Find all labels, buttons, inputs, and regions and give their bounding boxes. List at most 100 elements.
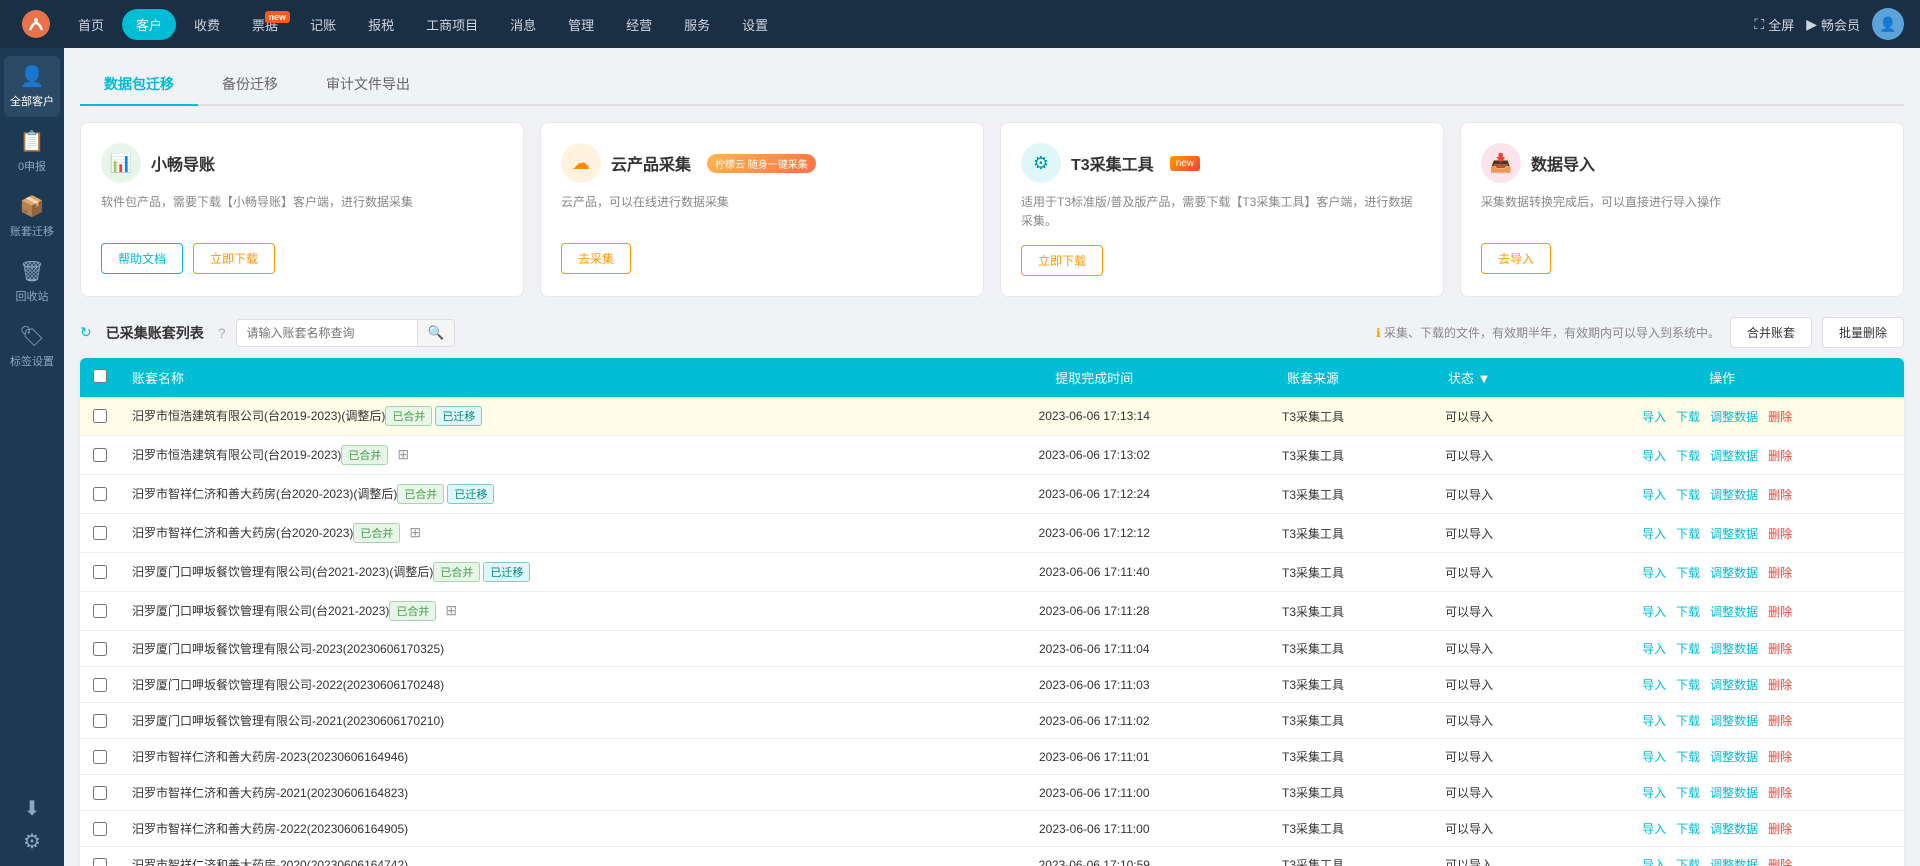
nav-bill[interactable]: 票据 new (238, 9, 292, 40)
row-action-下载[interactable]: 下载 (1676, 527, 1700, 541)
cloud-sync-icon[interactable]: ⊞ (397, 446, 409, 462)
user-avatar[interactable]: 👤 (1872, 8, 1904, 40)
row-action-导入[interactable]: 导入 (1642, 410, 1666, 424)
nav-business[interactable]: 工商项目 (412, 9, 492, 40)
row-action-导入[interactable]: 导入 (1642, 527, 1666, 541)
row-action-调整数据[interactable]: 调整数据 (1710, 678, 1758, 692)
nav-message[interactable]: 消息 (496, 9, 550, 40)
row-action-删除[interactable]: 删除 (1768, 822, 1792, 836)
refresh-icon[interactable]: ↻ (80, 324, 92, 341)
row-checkbox[interactable] (93, 642, 107, 656)
batch-delete-btn[interactable]: 批量删除 (1822, 317, 1904, 348)
row-checkbox[interactable] (93, 565, 107, 579)
row-checkbox[interactable] (93, 858, 107, 866)
row-action-删除[interactable]: 删除 (1768, 786, 1792, 800)
row-action-删除[interactable]: 删除 (1768, 678, 1792, 692)
row-action-下载[interactable]: 下载 (1676, 858, 1700, 866)
nav-fee[interactable]: 收费 (180, 9, 234, 40)
import-go-btn[interactable]: 去导入 (1481, 243, 1551, 274)
search-input[interactable] (237, 321, 417, 345)
nav-operation[interactable]: 经营 (612, 9, 666, 40)
row-checkbox[interactable] (93, 786, 107, 800)
nav-tax[interactable]: 报税 (354, 9, 408, 40)
row-checkbox[interactable] (93, 750, 107, 764)
row-checkbox[interactable] (93, 409, 107, 423)
nav-client[interactable]: 客户 (122, 9, 176, 40)
row-action-下载[interactable]: 下载 (1676, 566, 1700, 580)
row-action-导入[interactable]: 导入 (1642, 449, 1666, 463)
sidebar-settings-btn[interactable]: ⚙ (23, 829, 41, 854)
row-action-调整数据[interactable]: 调整数据 (1710, 858, 1758, 866)
row-checkbox[interactable] (93, 448, 107, 462)
row-action-删除[interactable]: 删除 (1768, 858, 1792, 866)
cloud-sync-icon[interactable]: ⊞ (409, 524, 421, 540)
row-action-删除[interactable]: 删除 (1768, 488, 1792, 502)
row-action-调整数据[interactable]: 调整数据 (1710, 527, 1758, 541)
row-action-下载[interactable]: 下载 (1676, 642, 1700, 656)
xiaochang-download-btn[interactable]: 立即下载 (193, 243, 275, 274)
row-checkbox[interactable] (93, 822, 107, 836)
t3-download-btn[interactable]: 立即下载 (1021, 245, 1103, 276)
row-action-删除[interactable]: 删除 (1768, 714, 1792, 728)
nav-manage[interactable]: 管理 (554, 9, 608, 40)
row-action-导入[interactable]: 导入 (1642, 858, 1666, 866)
row-action-调整数据[interactable]: 调整数据 (1710, 605, 1758, 619)
row-action-下载[interactable]: 下载 (1676, 750, 1700, 764)
row-checkbox[interactable] (93, 604, 107, 618)
row-action-导入[interactable]: 导入 (1642, 750, 1666, 764)
row-action-导入[interactable]: 导入 (1642, 605, 1666, 619)
row-action-调整数据[interactable]: 调整数据 (1710, 822, 1758, 836)
sidebar-download-btn[interactable]: ⬇ (24, 796, 41, 821)
tab-audit-export[interactable]: 审计文件导出 (302, 64, 434, 106)
nav-settings[interactable]: 设置 (728, 9, 782, 40)
row-action-删除[interactable]: 删除 (1768, 527, 1792, 541)
row-action-导入[interactable]: 导入 (1642, 678, 1666, 692)
row-action-删除[interactable]: 删除 (1768, 566, 1792, 580)
row-action-下载[interactable]: 下载 (1676, 449, 1700, 463)
select-all-checkbox[interactable] (93, 369, 107, 383)
row-checkbox[interactable] (93, 678, 107, 692)
row-action-调整数据[interactable]: 调整数据 (1710, 750, 1758, 764)
merge-account-btn[interactable]: 合并账套 (1730, 317, 1812, 348)
row-action-调整数据[interactable]: 调整数据 (1710, 714, 1758, 728)
cloud-tag[interactable]: 柠檬云 随身一键采集 (707, 154, 816, 173)
cloud-collect-btn[interactable]: 去采集 (561, 243, 631, 274)
cloud-sync-icon[interactable]: ⊞ (445, 602, 457, 618)
col-status[interactable]: 状态 ▼ (1398, 358, 1540, 397)
nav-home[interactable]: 首页 (64, 9, 118, 40)
row-checkbox[interactable] (93, 526, 107, 540)
row-action-删除[interactable]: 删除 (1768, 750, 1792, 764)
row-action-导入[interactable]: 导入 (1642, 488, 1666, 502)
search-button[interactable]: 🔍 (417, 320, 455, 346)
row-action-调整数据[interactable]: 调整数据 (1710, 566, 1758, 580)
row-action-下载[interactable]: 下载 (1676, 714, 1700, 728)
row-action-删除[interactable]: 删除 (1768, 449, 1792, 463)
nav-accounting[interactable]: 记账 (296, 9, 350, 40)
row-action-导入[interactable]: 导入 (1642, 822, 1666, 836)
row-action-下载[interactable]: 下载 (1676, 678, 1700, 692)
row-checkbox[interactable] (93, 487, 107, 501)
row-action-删除[interactable]: 删除 (1768, 410, 1792, 424)
sidebar-item-zero-declare[interactable]: 📋 0申报 (4, 121, 60, 182)
row-action-调整数据[interactable]: 调整数据 (1710, 410, 1758, 424)
row-action-下载[interactable]: 下载 (1676, 822, 1700, 836)
help-icon[interactable]: ? (218, 325, 226, 341)
row-action-调整数据[interactable]: 调整数据 (1710, 449, 1758, 463)
row-action-调整数据[interactable]: 调整数据 (1710, 488, 1758, 502)
row-action-删除[interactable]: 删除 (1768, 642, 1792, 656)
row-action-导入[interactable]: 导入 (1642, 786, 1666, 800)
row-action-删除[interactable]: 删除 (1768, 605, 1792, 619)
vip-button[interactable]: ▶ 畅会员 (1806, 15, 1860, 34)
row-checkbox[interactable] (93, 714, 107, 728)
row-action-下载[interactable]: 下载 (1676, 410, 1700, 424)
tab-backup-migrate[interactable]: 备份迁移 (198, 64, 302, 106)
row-action-导入[interactable]: 导入 (1642, 714, 1666, 728)
row-action-下载[interactable]: 下载 (1676, 488, 1700, 502)
xiaochang-help-btn[interactable]: 帮助文档 (101, 243, 183, 274)
sidebar-item-tag-settings[interactable]: 🏷 标签设置 (4, 316, 60, 377)
logo[interactable] (16, 4, 56, 44)
fullscreen-button[interactable]: ⛶ 全屏 (1754, 15, 1794, 34)
row-action-下载[interactable]: 下载 (1676, 605, 1700, 619)
row-action-导入[interactable]: 导入 (1642, 566, 1666, 580)
sidebar-item-all-clients[interactable]: 👤 全部客户 (4, 56, 60, 117)
